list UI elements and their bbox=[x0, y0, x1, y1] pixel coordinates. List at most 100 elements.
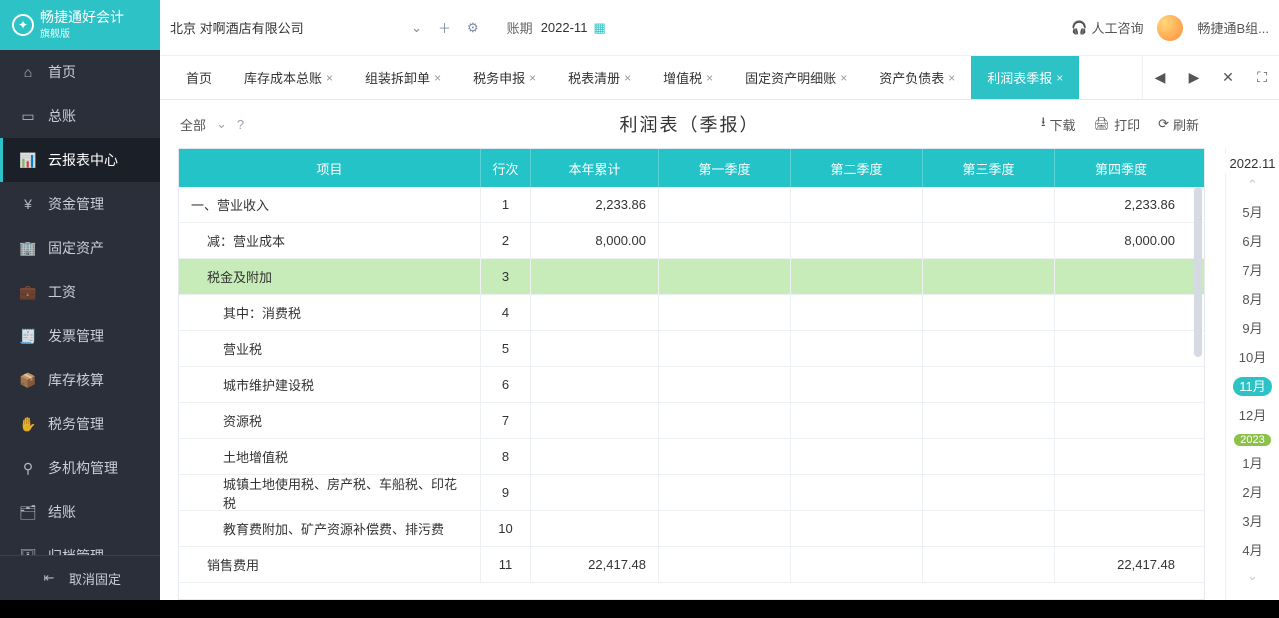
cell-q2 bbox=[791, 367, 923, 402]
avatar[interactable] bbox=[1157, 15, 1183, 41]
table-row[interactable]: 减：营业成本28,000.008,000.00 bbox=[179, 223, 1204, 259]
help-button[interactable]: 🎧 人工咨询 bbox=[1071, 18, 1143, 37]
table-row[interactable]: 一、营业收入12,233.862,233.86 bbox=[179, 187, 1204, 223]
cell-ytd bbox=[531, 511, 659, 546]
filter-all[interactable]: 全部 bbox=[180, 115, 206, 134]
cell-item: 减：营业成本 bbox=[179, 223, 481, 258]
tabs-controls: ◀ ▶ ✕ ⛶ bbox=[1142, 56, 1279, 99]
sidebar-item-11[interactable]: 🗄归档管理 bbox=[0, 534, 160, 555]
sidebar-item-7[interactable]: 📦库存核算 bbox=[0, 358, 160, 402]
cell-item: 其中：消费税 bbox=[179, 295, 481, 330]
sidebar-collapse[interactable]: ⇤ 取消固定 bbox=[0, 556, 160, 600]
sidebar-item-0[interactable]: ⌂首页 bbox=[0, 50, 160, 94]
help-circle-icon[interactable]: ? bbox=[237, 117, 244, 132]
tab-close-icon[interactable]: × bbox=[326, 71, 333, 85]
month-item[interactable]: 12月 bbox=[1233, 400, 1272, 429]
sidebar-item-4[interactable]: 🏢固定资产 bbox=[0, 226, 160, 270]
tab-close-icon[interactable]: × bbox=[624, 71, 631, 85]
refresh-button[interactable]: ⟳ 刷新 bbox=[1158, 115, 1199, 134]
tab-7[interactable]: 资产负债表× bbox=[863, 56, 971, 99]
month-item[interactable]: 8月 bbox=[1233, 284, 1272, 313]
month-item[interactable]: 2月 bbox=[1242, 477, 1262, 506]
month-item[interactable]: 10月 bbox=[1233, 342, 1272, 371]
sidebar-item-6[interactable]: 🧾发票管理 bbox=[0, 314, 160, 358]
tab-close-icon[interactable]: × bbox=[948, 71, 955, 85]
month-item[interactable]: 11月 bbox=[1233, 371, 1272, 400]
tab-0[interactable]: 首页 bbox=[170, 56, 228, 99]
th-rownum: 行次 bbox=[481, 149, 531, 187]
table-row[interactable]: 教育费附加、矿产资源补偿费、排污费10 bbox=[179, 511, 1204, 547]
brand-name: 畅捷通好会计 bbox=[40, 9, 124, 25]
table-row[interactable]: 城市维护建设税6 bbox=[179, 367, 1204, 403]
table-row[interactable]: 土地增值税8 bbox=[179, 439, 1204, 475]
th-ytd: 本年累计 bbox=[531, 149, 659, 187]
cell-rownum: 5 bbox=[481, 331, 531, 366]
brand: ✦ 畅捷通好会计 旗舰版 bbox=[0, 0, 160, 50]
print-icon: 🖨 bbox=[1094, 116, 1111, 132]
cell-q2 bbox=[791, 295, 923, 330]
chevron-down-icon[interactable]: ⌄ bbox=[216, 116, 227, 132]
chevron-down-icon: ⌄ bbox=[403, 16, 430, 40]
months-down-icon[interactable]: ⌄ bbox=[1247, 568, 1258, 584]
table-row[interactable]: 税金及附加3 bbox=[179, 259, 1204, 295]
month-item[interactable]: 9月 bbox=[1233, 313, 1272, 342]
tabs-expand-icon[interactable]: ⛶ bbox=[1245, 56, 1279, 100]
month-item[interactable]: 5月 bbox=[1233, 197, 1272, 226]
sidebar-item-3[interactable]: ¥资金管理 bbox=[0, 182, 160, 226]
tab-8[interactable]: 利润表季报× bbox=[971, 56, 1079, 99]
nav-icon: 📊 bbox=[18, 152, 38, 169]
table-row[interactable]: 营业税5 bbox=[179, 331, 1204, 367]
month-label: 6月 bbox=[1242, 234, 1262, 249]
cell-rownum: 2 bbox=[481, 223, 531, 258]
cell-q3 bbox=[923, 547, 1055, 582]
month-label: 11月 bbox=[1233, 377, 1272, 396]
table-body[interactable]: 一、营业收入12,233.862,233.86减：营业成本28,000.008,… bbox=[179, 187, 1204, 599]
tab-3[interactable]: 税务申报× bbox=[457, 56, 552, 99]
sidebar-item-8[interactable]: ✋税务管理 bbox=[0, 402, 160, 446]
period-value[interactable]: 2022-11 bbox=[541, 20, 588, 35]
tabs-close-icon[interactable]: ✕ bbox=[1211, 56, 1245, 100]
tab-4[interactable]: 税表清册× bbox=[552, 56, 647, 99]
print-button[interactable]: 🖨 打印 bbox=[1094, 115, 1141, 134]
scrollbar[interactable] bbox=[1194, 187, 1202, 357]
tab-1[interactable]: 库存成本总账× bbox=[228, 56, 349, 99]
tab-6[interactable]: 固定资产明细账× bbox=[729, 56, 863, 99]
sidebar-item-2[interactable]: 📊云报表中心 bbox=[0, 138, 160, 182]
tab-close-icon[interactable]: × bbox=[840, 71, 847, 85]
tab-close-icon[interactable]: × bbox=[529, 71, 536, 85]
nav-icon: ⌂ bbox=[18, 64, 38, 80]
cell-q4 bbox=[1055, 403, 1187, 438]
tab-close-icon[interactable]: × bbox=[706, 71, 713, 85]
gear-icon[interactable]: ⚙ bbox=[459, 16, 487, 40]
brand-edition: 旗舰版 bbox=[40, 29, 70, 40]
table-row[interactable]: 销售费用1122,417.4822,417.48 bbox=[179, 547, 1204, 583]
month-item[interactable]: 3月 bbox=[1242, 506, 1262, 535]
download-label: 下载 bbox=[1050, 115, 1076, 134]
tabs-prev-icon[interactable]: ◀ bbox=[1143, 56, 1177, 100]
table-row[interactable]: 其中：消费税4 bbox=[179, 295, 1204, 331]
month-item[interactable]: 1月 bbox=[1242, 448, 1262, 477]
tab-2[interactable]: 组装拆卸单× bbox=[349, 56, 457, 99]
tabs-next-icon[interactable]: ▶ bbox=[1177, 56, 1211, 100]
cell-item: 一、营业收入 bbox=[179, 187, 481, 222]
months-up-icon[interactable]: ⌃ bbox=[1247, 177, 1258, 193]
nav-icon: 💼 bbox=[18, 284, 38, 301]
month-item[interactable]: 6月 bbox=[1233, 226, 1272, 255]
company-selector[interactable]: 北京 对啊酒店有限公司 ⌄ bbox=[170, 16, 430, 40]
calendar-icon[interactable]: ▦ bbox=[593, 20, 605, 36]
sidebar-item-10[interactable]: 🗂结账 bbox=[0, 490, 160, 534]
nav-icon: 📦 bbox=[18, 372, 38, 389]
sidebar-item-9[interactable]: ⚲多机构管理 bbox=[0, 446, 160, 490]
tab-close-icon[interactable]: × bbox=[1056, 71, 1063, 85]
table-row[interactable]: 资源税7 bbox=[179, 403, 1204, 439]
sidebar-item-5[interactable]: 💼工资 bbox=[0, 270, 160, 314]
month-item[interactable]: 4月 bbox=[1242, 535, 1262, 564]
tab-close-icon[interactable]: × bbox=[434, 71, 441, 85]
download-button[interactable]: ⭳ 下载 bbox=[1041, 113, 1076, 135]
user-label[interactable]: 畅捷通B组... bbox=[1197, 18, 1269, 37]
table-row[interactable]: 城镇土地使用税、房产税、车船税、印花税9 bbox=[179, 475, 1204, 511]
plus-icon[interactable]: ＋ bbox=[430, 14, 459, 41]
sidebar-item-1[interactable]: ▭总账 bbox=[0, 94, 160, 138]
tab-5[interactable]: 增值税× bbox=[647, 56, 729, 99]
month-item[interactable]: 7月 bbox=[1233, 255, 1272, 284]
